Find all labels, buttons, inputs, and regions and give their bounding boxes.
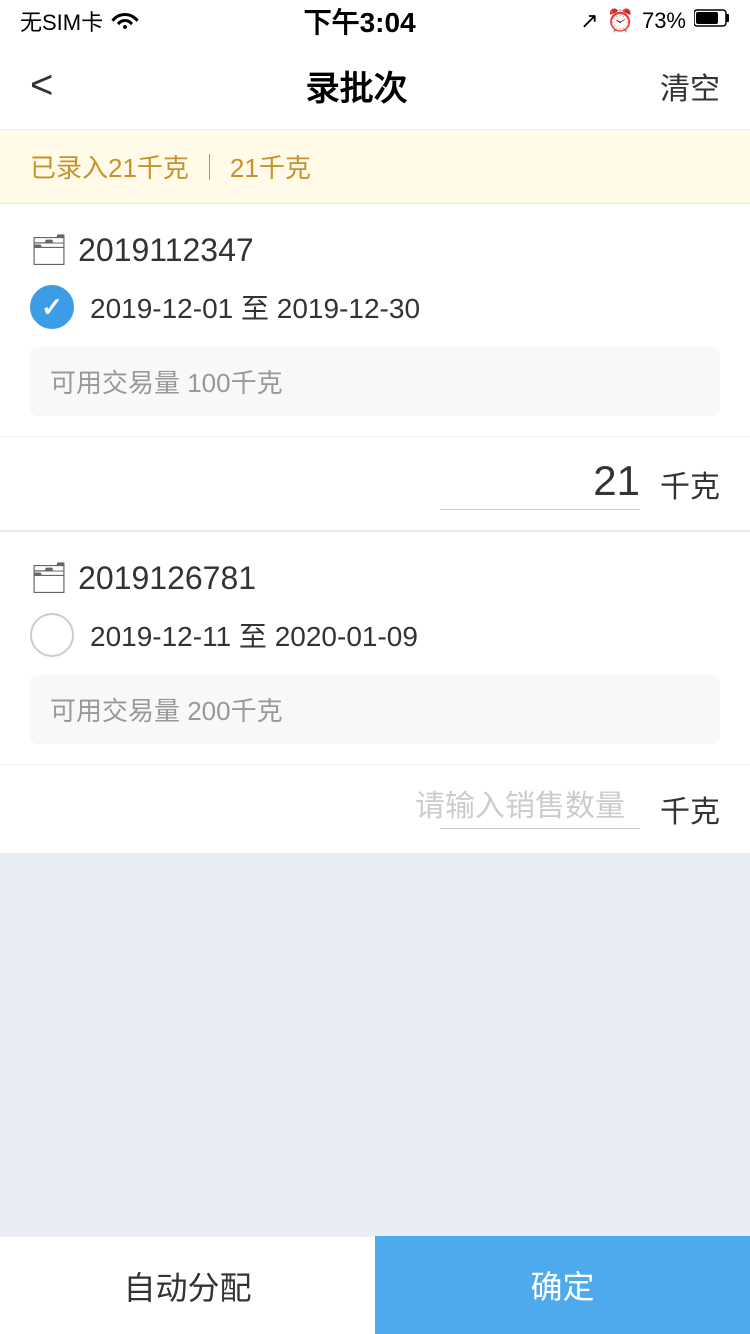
batch1-id-row: 🗂 2019112347 [30,232,720,269]
batch1-amount-wrapper: 21 [440,457,640,510]
status-left: 无SIM卡 [20,5,139,37]
batch2-card: 🗂 2019126781 2019-12-11 至 2020-01-09 可用交… [0,532,750,853]
batch1-icon: 🗂 [30,233,68,268]
batch1-underline [440,509,640,510]
nav-bar: < 录批次 清空 [0,42,750,130]
batch2-input-row: 千克 [0,764,750,853]
batch1-unit: 千克 [660,462,720,506]
auto-distribute-button[interactable]: 自动分配 [0,1236,375,1334]
status-time: 下午3:04 [304,1,416,41]
batch2-unit: 千克 [660,787,720,831]
gray-area [0,853,750,1253]
batch1-id: 2019112347 [78,232,254,269]
batch2-id-row: 🗂 2019126781 [30,560,720,597]
alarm-icon: ⏰ [607,8,634,34]
batch2-radio[interactable] [30,613,74,657]
bottom-bar: 自动分配 确定 [0,1236,750,1334]
batch2-id: 2019126781 [78,560,256,597]
batch1-radio[interactable] [30,285,74,329]
clear-button[interactable]: 清空 [660,64,720,108]
batch1-date: 2019-12-01 至 2019-12-30 [90,287,420,327]
summary-divider [209,154,210,180]
batch2-icon: 🗂 [30,561,68,596]
back-button[interactable]: < [30,63,53,108]
batch1-card: 🗂 2019112347 2019-12-01 至 2019-12-30 可用交… [0,204,750,530]
no-sim-text: 无SIM卡 [20,5,103,37]
status-bar: 无SIM卡 下午3:04 ↗ ⏰ 73% [0,0,750,42]
batch2-date: 2019-12-11 至 2020-01-09 [90,615,418,655]
batch2-input-wrapper[interactable] [254,790,640,829]
summary-bar: 已录入21千克 21千克 [0,130,750,204]
batch2-underline [440,828,640,829]
batch1-amount-row: 21 千克 [0,436,750,530]
batch2-stock: 可用交易量 200千克 [30,675,720,744]
battery-icon [694,8,730,34]
summary-label: 已录入21千克 [30,148,189,185]
confirm-button[interactable]: 确定 [375,1236,750,1334]
batch1-amount-value: 21 [593,457,640,505]
page-title: 录批次 [306,61,408,110]
batch1-date-row[interactable]: 2019-12-01 至 2019-12-30 [30,285,720,329]
summary-value: 21千克 [230,148,311,185]
status-right: ↗ ⏰ 73% [580,8,730,34]
batch2-date-row[interactable]: 2019-12-11 至 2020-01-09 [30,613,720,657]
battery-percent: 73% [642,8,686,34]
location-icon: ↗ [580,8,598,34]
quantity-input[interactable] [254,790,640,824]
batch1-stock: 可用交易量 100千克 [30,347,720,416]
wifi-icon [111,7,139,35]
